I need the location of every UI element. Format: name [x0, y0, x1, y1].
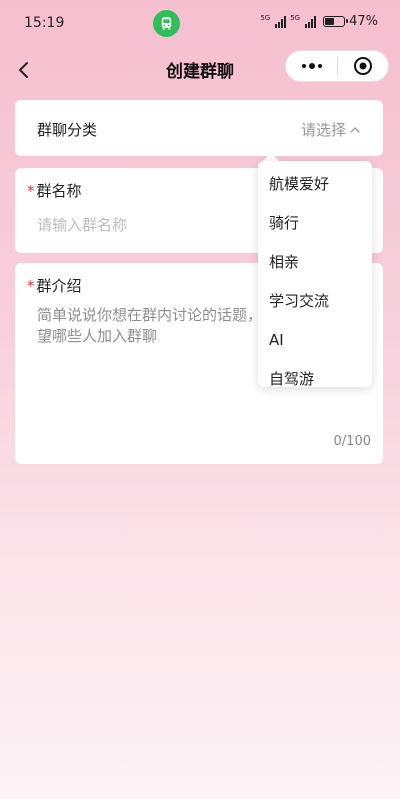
category-placeholder: 请选择	[300, 121, 346, 139]
category-options: 航模爱好 骑行 相亲 学习交流 AI 自驾游	[258, 165, 372, 387]
group-name-label: 群名称	[36, 182, 82, 200]
required-mark: *	[27, 277, 35, 295]
bus-icon	[153, 10, 180, 37]
category-option[interactable]: 航模爱好	[258, 165, 372, 204]
battery-percent: 47%	[349, 14, 378, 29]
category-option[interactable]: 相亲	[258, 243, 372, 282]
system-icons: 5G 5G 47%	[260, 14, 378, 29]
chevron-up-icon	[350, 126, 360, 133]
category-option[interactable]: 学习交流	[258, 282, 372, 321]
category-option[interactable]: 骑行	[258, 204, 372, 243]
category-row[interactable]: 群聊分类 请选择	[15, 100, 383, 156]
battery-level	[325, 18, 335, 25]
category-option[interactable]: 自驾游	[258, 360, 372, 387]
signal-2-icon	[305, 15, 317, 28]
miniprogram-capsule	[285, 50, 389, 82]
status-bar: 15:19 5G 5G 47%	[0, 0, 400, 48]
group-intro-label: 群介绍	[36, 277, 82, 295]
group-intro-label-row: * 群介绍	[27, 275, 82, 296]
signal-1-icon	[275, 15, 287, 28]
required-mark: *	[27, 182, 35, 200]
status-time: 15:19	[24, 15, 65, 31]
signal-1-label: 5G	[260, 14, 271, 22]
group-name-label-row: * 群名称	[27, 180, 82, 201]
target-circle-icon[interactable]	[338, 50, 388, 82]
more-dots-icon[interactable]	[286, 50, 337, 82]
group-intro-textarea[interactable]	[37, 305, 287, 425]
category-label: 群聊分类	[37, 121, 98, 139]
navbar: 创建群聊	[0, 48, 400, 92]
category-select[interactable]: 请选择	[301, 119, 361, 140]
dropdown-arrow	[263, 153, 279, 161]
category-dropdown: 航模爱好 骑行 相亲 学习交流 AI 自驾游	[258, 161, 372, 387]
battery-icon	[323, 16, 349, 27]
signal-2-label: 5G	[290, 14, 301, 22]
group-name-input[interactable]	[37, 213, 247, 237]
category-option[interactable]: AI	[258, 321, 372, 360]
char-counter: 0/100	[333, 434, 371, 449]
